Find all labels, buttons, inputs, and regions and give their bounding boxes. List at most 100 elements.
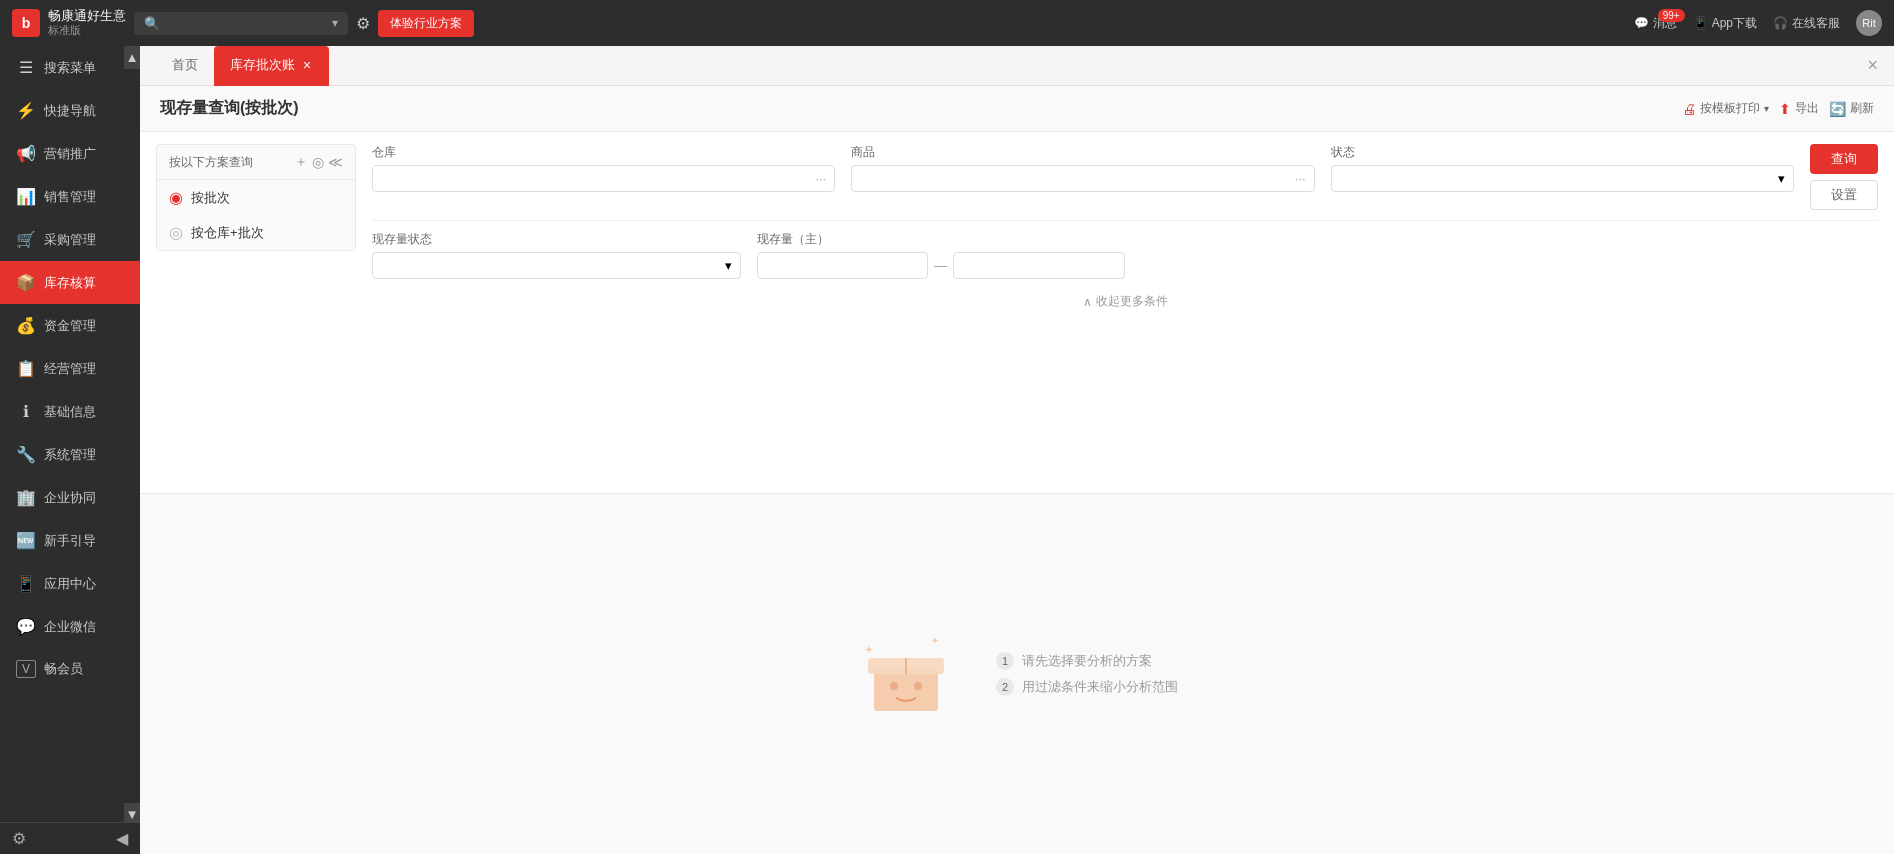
sidebar-item-new-guide[interactable]: 🆕 新手引导 [0,519,140,562]
tab-close-btn[interactable]: × [301,58,313,72]
inventory-status-arrow-icon: ▾ [725,258,732,273]
user-avatar[interactable]: Rit [1856,10,1882,36]
enterprise-wx-icon: 💬 [16,617,36,636]
sidebar-item-finance[interactable]: 💰 资金管理 [0,304,140,347]
sidebar-item-sales-mgmt[interactable]: 📊 销售管理 [0,175,140,218]
refresh-icon: 🔄 [1829,101,1846,117]
member-icon: V [16,660,36,678]
warehouse-label: 仓库 [372,144,835,161]
warehouse-input[interactable] [381,171,809,186]
refresh-label: 刷新 [1850,100,1874,117]
svg-text:·: · [941,667,943,676]
settings-btn[interactable]: 设置 [1810,180,1878,210]
goods-input[interactable] [860,171,1288,186]
sidebar-item-quick-nav[interactable]: ⚡ 快捷导航 [0,89,140,132]
sidebar-item-search-menu[interactable]: ☰ 搜索菜单 [0,46,140,89]
empty-hint-2: 2 用过滤条件来缩小分析范围 [996,678,1178,696]
refresh-btn[interactable]: 🔄 刷新 [1829,100,1874,117]
search-bar[interactable]: 🔍 ▾ [134,12,348,35]
collapse-btn[interactable]: ∧ 收起更多条件 [372,289,1878,314]
sidebar-item-app-center[interactable]: 📱 应用中心 [0,562,140,605]
status-select[interactable]: ▾ [1331,165,1794,192]
add-scheme-icon[interactable]: ＋ [294,153,308,171]
sidebar-item-base-info[interactable]: ℹ 基础信息 [0,390,140,433]
tab-inventory-batch-label: 库存批次账 [230,56,295,74]
inventory-main-from-wrap[interactable] [757,252,929,279]
search-dropdown-btn[interactable]: ▾ [332,16,338,30]
sidebar-item-inventory-label: 库存核算 [44,274,96,292]
sidebar-item-app-center-label: 应用中心 [44,575,96,593]
inventory-status-field: 现存量状态 ▾ [372,231,741,279]
sidebar-item-purchase-label: 采购管理 [44,231,96,249]
sidebar-item-member-label: 畅会员 [44,660,83,678]
scheme-warehouse-batch-label: 按仓库+批次 [191,224,264,242]
goods-dots-icon[interactable]: ··· [1295,171,1306,186]
sales-icon: 📊 [16,187,36,206]
svg-point-4 [914,682,922,690]
export-icon: ⬆ [1779,101,1791,117]
tab-inventory-batch[interactable]: 库存批次账 × [214,46,329,86]
inventory-main-to-input[interactable] [962,258,1116,273]
new-guide-icon: 🆕 [16,531,36,550]
empty-hint-2-text: 用过滤条件来缩小分析范围 [1022,678,1178,696]
export-btn[interactable]: ⬆ 导出 [1779,100,1819,117]
scheme-icons: ＋ ◎ ≪ [294,153,343,171]
quick-nav-icon: ⚡ [16,101,36,120]
search-input[interactable] [166,16,326,30]
marketing-icon: 📢 [16,144,36,163]
sidebar-item-inventory[interactable]: 📦 库存核算 [0,261,140,304]
inventory-status-select[interactable]: ▾ [372,252,741,279]
app-download-btn[interactable]: 📱 App下载 [1693,15,1757,32]
sidebar-item-operations[interactable]: 📋 经营管理 [0,347,140,390]
finance-icon: 💰 [16,316,36,335]
message-icon: 💬 [1634,16,1649,30]
headset-icon: 🎧 [1773,16,1788,30]
print-btn[interactable]: 🖨 按模板打印 ▾ [1682,100,1769,117]
settings-scheme-icon[interactable]: ◎ [312,154,324,170]
system-icon: 🔧 [16,445,36,464]
scheme-warehouse-batch-item[interactable]: ◎ 按仓库+批次 [157,215,355,250]
sidebar-item-enterprise[interactable]: 🏢 企业协同 [0,476,140,519]
tab-home[interactable]: 首页 [156,46,214,86]
export-label: 导出 [1795,100,1819,117]
sidebar-item-system-mgmt[interactable]: 🔧 系统管理 [0,433,140,476]
scheme-label: 按以下方案查询 [169,154,253,171]
svg-rect-0 [874,669,938,711]
sidebar-settings-icon[interactable]: ⚙ [12,829,26,848]
brand-name: 畅康通好生意 [48,8,126,24]
sidebar-item-enterprise-label: 企业协同 [44,489,96,507]
warehouse-input-wrap[interactable]: ··· [372,165,835,192]
warehouse-dots-icon[interactable]: ··· [815,171,826,186]
tab-panel-close-btn[interactable]: × [1867,55,1878,76]
inventory-main-to-wrap[interactable] [953,252,1125,279]
collapse-scheme-icon[interactable]: ≪ [328,154,343,170]
goods-input-wrap[interactable]: ··· [851,165,1314,192]
scheme-active-icon: ◉ [169,188,183,207]
sidebar-item-enterprise-wx[interactable]: 💬 企业微信 [0,605,140,648]
message-btn[interactable]: 💬 消息 99+ [1634,15,1677,32]
experience-btn[interactable]: 体验行业方案 [378,10,474,37]
enterprise-icon: 🏢 [16,488,36,507]
online-service-btn[interactable]: 🎧 在线客服 [1773,15,1840,32]
inventory-icon: 📦 [16,273,36,292]
message-badge: 99+ [1658,9,1685,22]
status-label: 状态 [1331,144,1794,161]
sidebar-item-purchase-mgmt[interactable]: 🛒 采购管理 [0,218,140,261]
sidebar-bottom: ⚙ ◀ [0,822,140,854]
sidebar-scroll-up-btn[interactable]: ▲ [124,46,140,69]
inventory-main-from-input[interactable] [766,258,920,273]
tab-bar: 首页 库存批次账 × × [140,46,1894,86]
topbar: b 畅康通好生意 标准版 🔍 ▾ ⚙ 体验行业方案 💬 消息 99+ 📱 App… [0,0,1894,46]
sidebar-item-marketing-label: 营销推广 [44,145,96,163]
query-btn[interactable]: 查询 [1810,144,1878,174]
scheme-batch-item[interactable]: ◉ 按批次 [157,180,355,215]
sidebar-item-member[interactable]: V 畅会员 [0,648,140,690]
search-icon: 🔍 [144,16,160,31]
svg-text:✦: ✦ [931,635,939,646]
sidebar-item-marketing[interactable]: 📢 营销推广 [0,132,140,175]
inventory-main-separator: — [934,258,947,273]
sidebar-item-search-label: 搜索菜单 [44,59,96,77]
sidebar-collapse-icon[interactable]: ◀ [116,829,128,848]
settings-icon[interactable]: ⚙ [356,14,370,33]
inventory-main-field: 现存量（主） — [757,231,1126,279]
